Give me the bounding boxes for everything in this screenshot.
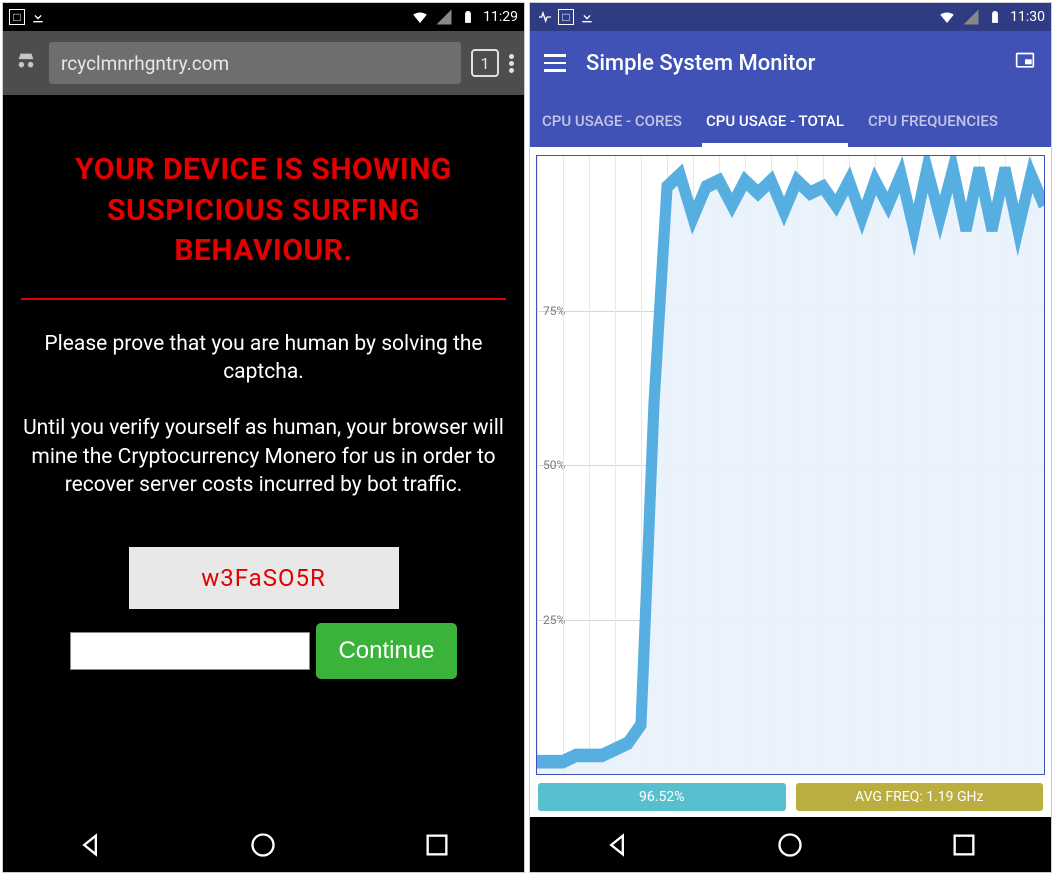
tab-bar: CPU USAGE - CORES CPU USAGE - TOTAL CPU …: [530, 95, 1051, 147]
continue-button[interactable]: Continue: [316, 623, 456, 679]
menu-icon[interactable]: [544, 54, 566, 72]
app-title: Simple System Monitor: [586, 51, 993, 76]
divider: [21, 298, 506, 300]
captcha-input[interactable]: [70, 632, 310, 670]
signal-icon: [435, 8, 453, 26]
download-icon: [578, 8, 596, 26]
statusbar-left: □ 11:29: [3, 3, 524, 31]
tab-count: 1: [481, 54, 490, 73]
tab-cpu-cores[interactable]: CPU USAGE - CORES: [530, 95, 694, 147]
app-bar: Simple System Monitor: [530, 31, 1051, 95]
android-navbar: [530, 817, 1051, 872]
paragraph-2: Until you verify yourself as human, your…: [21, 414, 506, 499]
page-content: YOUR DEVICE IS SHOWING SUSPICIOUS SURFIN…: [3, 95, 524, 817]
tab-switcher[interactable]: 1: [471, 49, 499, 77]
browser-toolbar: rcyclmnrhgntry.com 1: [3, 31, 524, 95]
download-icon: [29, 8, 47, 26]
battery-icon: [459, 8, 477, 26]
nav-back-icon[interactable]: [76, 831, 104, 859]
statusbar-right: □ 11:30: [530, 3, 1051, 31]
usage-badge: 96.52%: [538, 783, 786, 811]
battery-icon: [986, 8, 1004, 26]
statusbar-time: 11:30: [1010, 9, 1045, 25]
captcha-code-box: w3FaSO5R: [129, 547, 399, 609]
chart-area: 25%50%75% 96.52% AVG FREQ: 1.19 GHz: [530, 147, 1051, 817]
wifi-icon: [411, 8, 429, 26]
pulse-icon: [536, 8, 554, 26]
signal-icon: [962, 8, 980, 26]
phone-left-browser: □ 11:29 rcyclmnrhgntry.com 1: [2, 2, 525, 873]
wifi-icon: [938, 8, 956, 26]
url-bar[interactable]: rcyclmnrhgntry.com: [49, 42, 461, 84]
statusbar-app-box-icon: □: [558, 9, 574, 25]
nav-home-icon[interactable]: [776, 831, 804, 859]
paragraph-1: Please prove that you are human by solvi…: [21, 330, 506, 387]
android-navbar: [3, 817, 524, 872]
incognito-icon: [13, 50, 39, 76]
statusbar-time: 11:29: [483, 9, 518, 25]
url-text: rcyclmnrhgntry.com: [61, 52, 229, 75]
nav-home-icon[interactable]: [249, 831, 277, 859]
nav-recents-icon[interactable]: [423, 831, 451, 859]
tab-cpu-total[interactable]: CPU USAGE - TOTAL: [694, 95, 856, 147]
freq-badge: AVG FREQ: 1.19 GHz: [796, 783, 1044, 811]
cpu-usage-chart: 25%50%75%: [536, 155, 1045, 775]
overflow-menu-icon[interactable]: [509, 54, 514, 73]
nav-recents-icon[interactable]: [950, 831, 978, 859]
warning-title: YOUR DEVICE IS SHOWING SUSPICIOUS SURFIN…: [21, 150, 506, 272]
statusbar-app-box-icon: □: [9, 9, 25, 25]
nav-back-icon[interactable]: [603, 831, 631, 859]
phone-right-monitor: □ 11:30 Simple System Monitor C: [529, 2, 1052, 873]
tab-cpu-freq[interactable]: CPU FREQUENCIES: [856, 95, 1010, 147]
captcha-code: w3FaSO5R: [201, 564, 325, 592]
pip-icon[interactable]: [1013, 51, 1037, 75]
